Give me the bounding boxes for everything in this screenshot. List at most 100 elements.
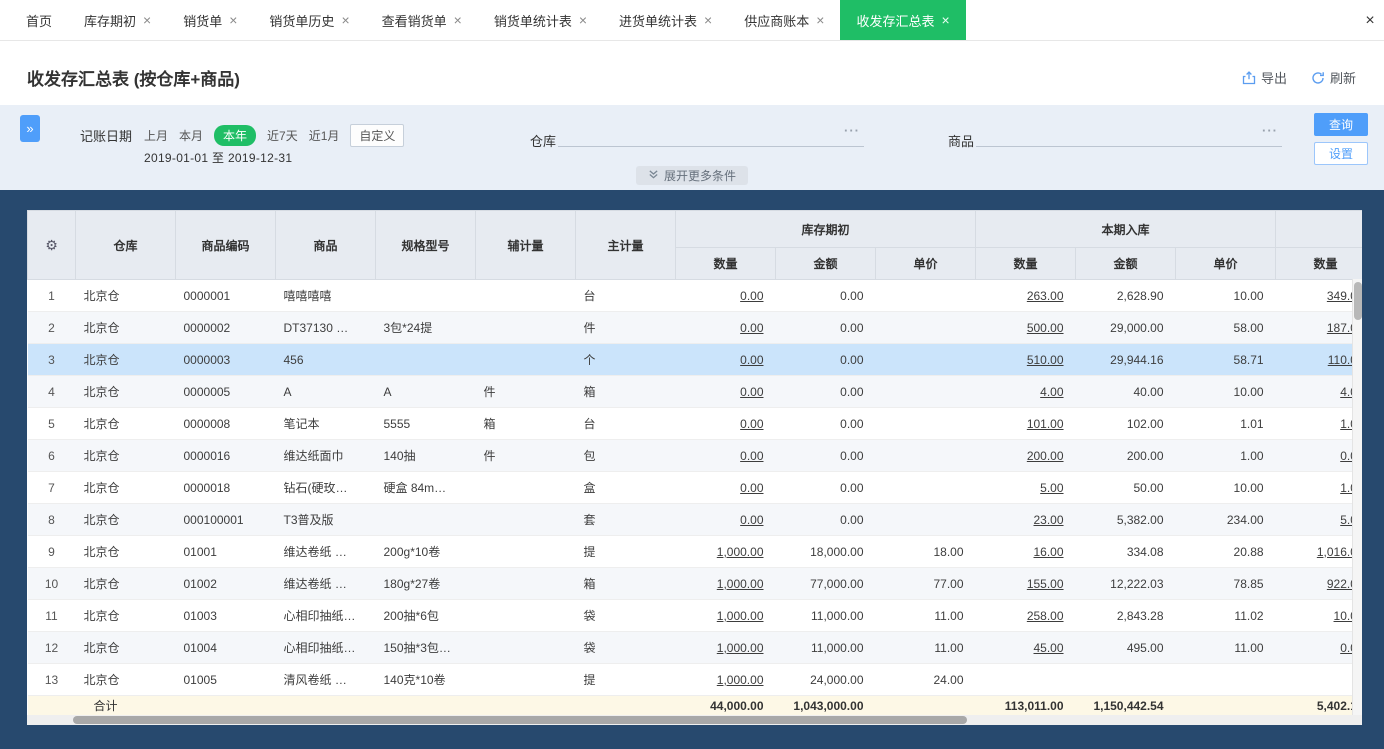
date-range-option[interactable]: 近1月	[309, 127, 340, 144]
opening-qty-link[interactable]: 1,000.00	[717, 577, 764, 591]
date-range-option[interactable]: 本年	[214, 125, 256, 146]
col-header-main-unit[interactable]: 主计量	[576, 211, 676, 280]
tab-close-icon[interactable]: ×	[816, 13, 824, 27]
col-header-product-code[interactable]: 商品编码	[176, 211, 276, 280]
opening-qty-link[interactable]: 0.00	[740, 353, 763, 367]
tab-close-icon[interactable]: ×	[143, 13, 151, 27]
opening-qty-link[interactable]: 0.00	[740, 513, 763, 527]
col-header-opening-amount[interactable]: 金额	[776, 248, 876, 280]
opening-qty-link[interactable]: 1,000.00	[717, 609, 764, 623]
vertical-scrollbar-thumb[interactable]	[1354, 282, 1362, 320]
refresh-label: 刷新	[1330, 68, 1356, 87]
inbound-qty-link[interactable]: 510.00	[1027, 353, 1064, 367]
opening-qty-link[interactable]: 1,000.00	[717, 641, 764, 655]
opening-qty-link[interactable]: 1,000.00	[717, 673, 764, 687]
close-all-tabs-icon[interactable]: ×	[1356, 0, 1384, 41]
tab-close-icon[interactable]: ×	[941, 13, 949, 27]
col-header-warehouse[interactable]: 仓库	[76, 211, 176, 280]
product-name-cell: T3普及版	[276, 504, 376, 536]
table-row[interactable]: 9 北京仓 01001 维达卷纸 … 200g*10卷 提 1,000.00 1…	[28, 536, 1363, 568]
inbound-qty-link[interactable]: 101.00	[1027, 417, 1064, 431]
col-header-opening-price[interactable]: 单价	[876, 248, 976, 280]
tab[interactable]: 查看销货单 ×	[366, 0, 478, 40]
opening-qty-link[interactable]: 0.00	[740, 385, 763, 399]
product-code-cell: 0000008	[176, 408, 276, 440]
inbound-qty-link[interactable]: 5.00	[1040, 481, 1063, 495]
tab[interactable]: 进货单统计表 ×	[603, 0, 728, 40]
opening-qty-link[interactable]: 1,000.00	[717, 545, 764, 559]
table-row[interactable]: 7 北京仓 0000018 钻石(硬玫… 硬盒 84m… 盒 0.00 0.00…	[28, 472, 1363, 504]
date-range-option[interactable]: 自定义	[350, 124, 404, 147]
table-row[interactable]: 13 北京仓 01005 清风卷纸 … 140克*10卷 提 1,000.00 …	[28, 664, 1363, 696]
tab[interactable]: 供应商账本 ×	[728, 0, 840, 40]
settings-button[interactable]: 设置	[1314, 142, 1368, 165]
tab[interactable]: 首页	[10, 0, 68, 40]
product-code-cell: 01005	[176, 664, 276, 696]
tab-close-icon[interactable]: ×	[341, 13, 349, 27]
col-header-inbound-amount[interactable]: 金额	[1076, 248, 1176, 280]
opening-price-cell	[876, 408, 976, 440]
opening-qty-link[interactable]: 0.00	[740, 321, 763, 335]
collapse-sidebar-button[interactable]: »	[20, 115, 40, 142]
column-settings-gear-icon[interactable]: ⚙	[28, 211, 76, 280]
tab-label: 查看销货单	[382, 11, 447, 30]
inbound-qty-link[interactable]: 23.00	[1034, 513, 1064, 527]
product-picker-ellipsis-icon[interactable]: ···	[1262, 122, 1278, 140]
date-range-option[interactable]: 本月	[179, 127, 203, 144]
table-row[interactable]: 11 北京仓 01003 心相印抽纸… 200抽*6包 袋 1,000.00 1…	[28, 600, 1363, 632]
table-row[interactable]: 5 北京仓 0000008 笔记本 5555 箱 台 0.00 0.00 101…	[28, 408, 1363, 440]
col-header-outbound-qty[interactable]: 数量	[1276, 248, 1362, 280]
opening-qty-link[interactable]: 0.00	[740, 449, 763, 463]
tab-close-icon[interactable]: ×	[229, 13, 237, 27]
inbound-qty-link[interactable]: 155.00	[1027, 577, 1064, 591]
tab-close-icon[interactable]: ×	[454, 13, 462, 27]
main-unit-cell: 提	[576, 536, 676, 568]
table-row[interactable]: 12 北京仓 01004 心相印抽纸… 150抽*3包… 袋 1,000.00 …	[28, 632, 1363, 664]
inbound-qty-link[interactable]: 263.00	[1027, 289, 1064, 303]
expand-more-conditions-button[interactable]: 展开更多条件	[636, 166, 748, 185]
inbound-qty-link[interactable]: 258.00	[1027, 609, 1064, 623]
opening-qty-link[interactable]: 0.00	[740, 289, 763, 303]
inbound-qty-link[interactable]: 4.00	[1040, 385, 1063, 399]
col-header-inbound-price[interactable]: 单价	[1176, 248, 1276, 280]
opening-qty-link[interactable]: 0.00	[740, 417, 763, 431]
horizontal-scrollbar[interactable]	[27, 715, 1362, 725]
horizontal-scrollbar-thumb[interactable]	[73, 716, 967, 724]
export-button[interactable]: 导出	[1242, 68, 1287, 87]
table-row[interactable]: 1 北京仓 0000001 嘻嘻嘻嘻 台 0.00 0.00 263.00 2,…	[28, 280, 1363, 312]
warehouse-picker-ellipsis-icon[interactable]: ···	[844, 122, 860, 140]
tab-close-icon[interactable]: ×	[579, 13, 587, 27]
vertical-scrollbar[interactable]	[1352, 279, 1362, 715]
tab[interactable]: 销货单统计表 ×	[478, 0, 603, 40]
col-header-spec[interactable]: 规格型号	[376, 211, 476, 280]
opening-qty-link[interactable]: 0.00	[740, 481, 763, 495]
date-range-option[interactable]: 近7天	[267, 127, 298, 144]
inbound-qty-link[interactable]: 45.00	[1034, 641, 1064, 655]
table-row[interactable]: 8 北京仓 000100001 T3普及版 套 0.00 0.00 23.00 …	[28, 504, 1363, 536]
refresh-button[interactable]: 刷新	[1311, 68, 1356, 87]
table-row[interactable]: 10 北京仓 01002 维达卷纸 … 180g*27卷 箱 1,000.00 …	[28, 568, 1363, 600]
inbound-qty-link[interactable]: 500.00	[1027, 321, 1064, 335]
tab[interactable]: 收发存汇总表 ×	[840, 0, 965, 40]
warehouse-cell: 北京仓	[76, 504, 176, 536]
tab[interactable]: 销货单 ×	[167, 0, 253, 40]
table-row[interactable]: 3 北京仓 0000003 456 个 0.00 0.00 510.00 29,…	[28, 344, 1363, 376]
col-header-aux-unit[interactable]: 辅计量	[476, 211, 576, 280]
table-row[interactable]: 6 北京仓 0000016 维达纸面巾 140抽 件 包 0.00 0.00 2…	[28, 440, 1363, 472]
inbound-qty-link[interactable]: 200.00	[1027, 449, 1064, 463]
product-input[interactable]	[976, 119, 1282, 146]
col-header-inbound-qty[interactable]: 数量	[976, 248, 1076, 280]
inbound-price-cell: 234.00	[1176, 504, 1276, 536]
col-header-opening-qty[interactable]: 数量	[676, 248, 776, 280]
tab[interactable]: 库存期初 ×	[68, 0, 167, 40]
warehouse-input[interactable]	[558, 119, 864, 146]
tab-close-icon[interactable]: ×	[704, 13, 712, 27]
table-row[interactable]: 2 北京仓 0000002 DT37130 … 3包*24提 件 0.00 0.…	[28, 312, 1363, 344]
warehouse-cell: 北京仓	[76, 280, 176, 312]
date-range-option[interactable]: 上月	[144, 127, 168, 144]
inbound-qty-link[interactable]: 16.00	[1034, 545, 1064, 559]
table-row[interactable]: 4 北京仓 0000005 A A 件 箱 0.00 0.00 4.00 40.…	[28, 376, 1363, 408]
col-header-product[interactable]: 商品	[276, 211, 376, 280]
query-button[interactable]: 查询	[1314, 113, 1368, 136]
tab[interactable]: 销货单历史 ×	[253, 0, 365, 40]
